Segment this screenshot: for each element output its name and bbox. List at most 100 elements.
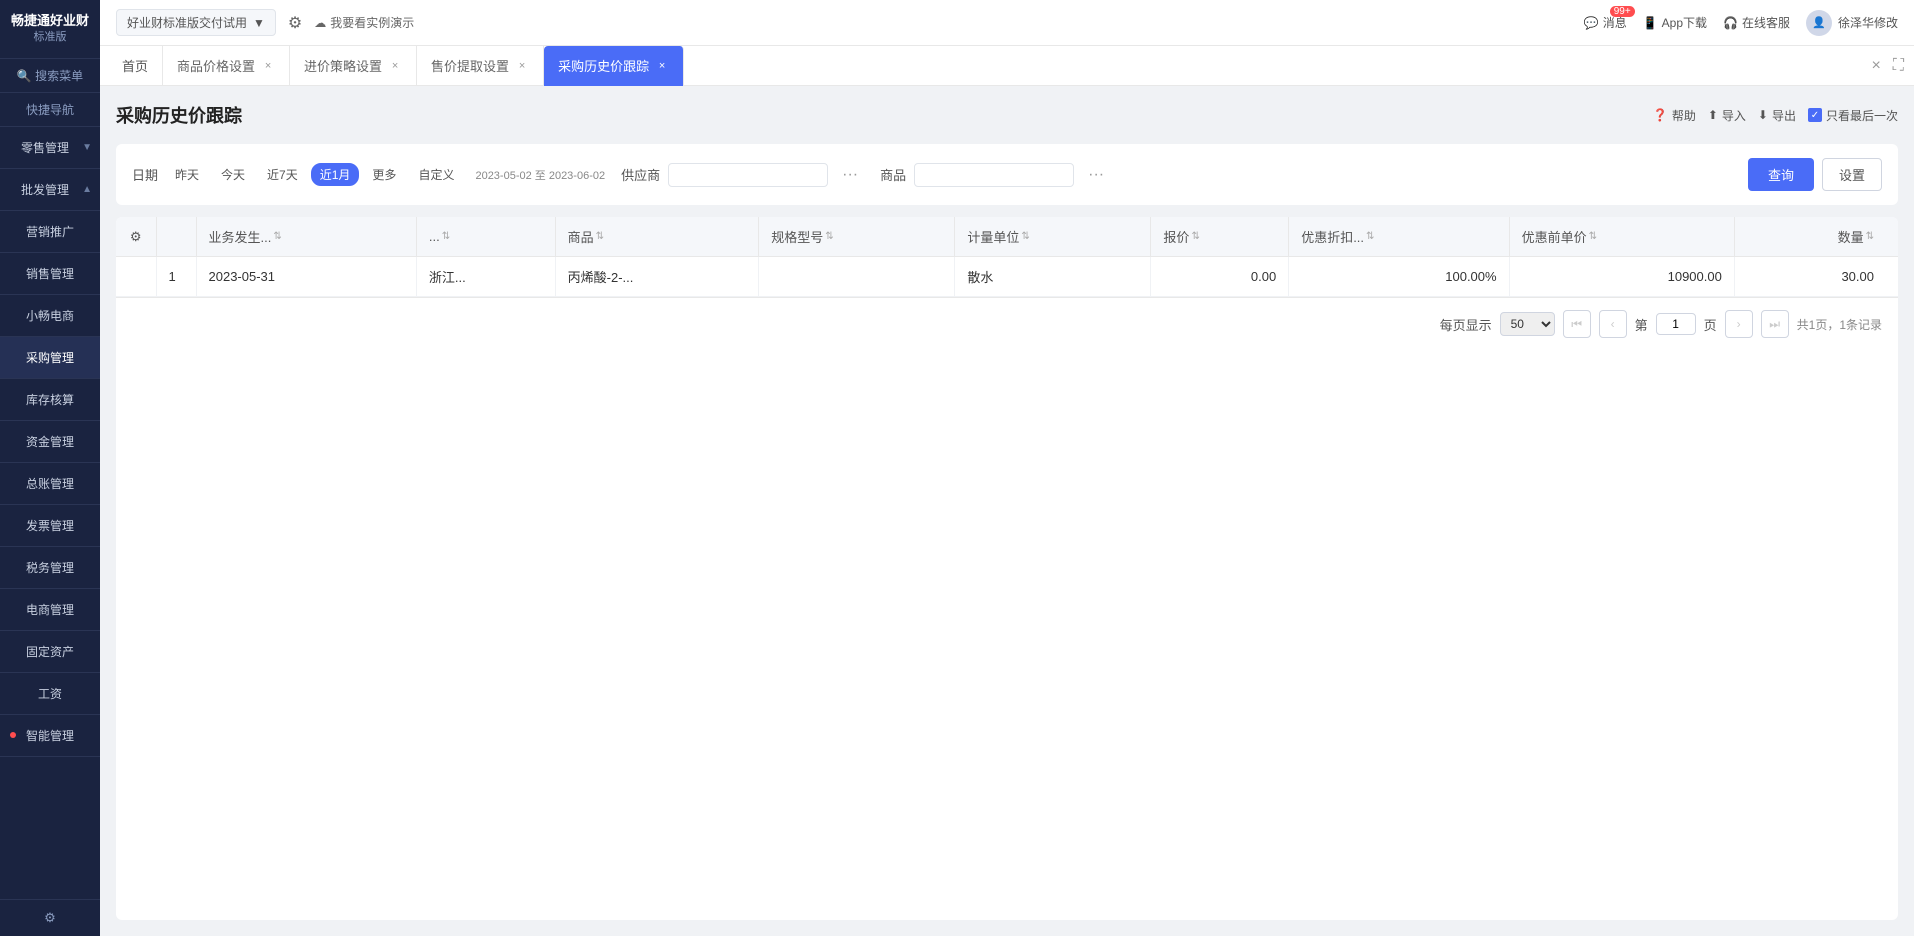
column-settings-icon[interactable]: ⚙ xyxy=(130,229,142,244)
date-btn-last7days[interactable]: 近7天 xyxy=(258,163,307,186)
sidebar-item-finance[interactable]: 资金管理 xyxy=(0,421,100,463)
online-service-button[interactable]: 🎧 在线客服 xyxy=(1723,14,1790,31)
sidebar-item-marketing[interactable]: 营销推广 xyxy=(0,211,100,253)
td-pre-discount-price: 10900.00 xyxy=(1509,257,1734,297)
notifications-button[interactable]: 💬 消息 99+ xyxy=(1584,14,1627,31)
th-spec[interactable]: 规格型号 ⇅ xyxy=(759,217,955,257)
th-unit[interactable]: 计量单位 ⇅ xyxy=(955,217,1151,257)
tab-purchase-history-close[interactable]: × xyxy=(655,59,669,73)
app-logo-title: 畅捷通好业财 xyxy=(8,12,92,30)
sidebar-item-inventory[interactable]: 库存核算 xyxy=(0,379,100,421)
app-download-button[interactable]: 📱 App下载 xyxy=(1643,14,1707,31)
th-goods[interactable]: 商品 ⇅ xyxy=(555,217,759,257)
version-selector[interactable]: 好业财标准版交付试用 ▼ xyxy=(116,9,276,36)
prev-page-button[interactable]: ‹ xyxy=(1599,310,1627,338)
topbar-settings-icon[interactable]: ⚙ xyxy=(288,13,302,33)
th-discount-label: 优惠折扣... xyxy=(1301,227,1364,246)
th-date[interactable]: 业务发生... ⇅ xyxy=(196,217,416,257)
th-unit-label: 计量单位 xyxy=(967,227,1019,246)
page-header: 采购历史价跟踪 ❓ 帮助 ⬆ 导入 ⬇ 导出 只看最后一次 xyxy=(116,102,1898,128)
th-pre-discount-price[interactable]: 优惠前单价 ⇅ xyxy=(1509,217,1734,257)
tab-price-settings-close[interactable]: × xyxy=(261,59,275,73)
supplier-filter-label: 供应商 xyxy=(621,165,660,184)
sidebar-settings-button[interactable]: ⚙ xyxy=(0,899,100,936)
import-button[interactable]: ⬆ 导入 xyxy=(1708,107,1746,124)
per-page-label: 每页显示 xyxy=(1440,315,1492,334)
tab-sale-price-close[interactable]: × xyxy=(515,59,529,73)
date-btn-custom[interactable]: 自定义 xyxy=(409,163,463,186)
td-quoted-price: 0.00 xyxy=(1151,257,1289,297)
sidebar-item-ledger[interactable]: 总账管理 xyxy=(0,463,100,505)
date-btn-last1month[interactable]: 近1月 xyxy=(311,163,360,186)
help-button[interactable]: ❓ 帮助 xyxy=(1653,107,1696,124)
sort-icon-goods: ⇅ xyxy=(596,231,604,242)
sidebar-logo: 畅捷通好业财 标准版 xyxy=(0,0,100,59)
table-row: 1 2023-05-31 浙江... 丙烯酸-2-... 散水 0.00 100… xyxy=(116,257,1898,297)
page-number-input[interactable] xyxy=(1656,313,1696,335)
th-quantity[interactable]: 数量 ⇅ xyxy=(1734,217,1898,257)
supplier-input[interactable] xyxy=(668,163,828,187)
sidebar-item-sales[interactable]: 销售管理 xyxy=(0,253,100,295)
goods-input[interactable] xyxy=(914,163,1074,187)
demo-text: 我要看实例演示 xyxy=(330,14,414,31)
sidebar-item-salary-label: 工资 xyxy=(8,685,92,702)
sidebar-item-assets[interactable]: 固定资产 xyxy=(0,631,100,673)
sidebar-item-tax[interactable]: 税务管理 xyxy=(0,547,100,589)
home-label: 首页 xyxy=(122,56,148,75)
date-btn-yesterday[interactable]: 昨天 xyxy=(166,163,208,186)
sidebar-item-salary[interactable]: 工资 xyxy=(0,673,100,715)
sidebar-item-sales-label: 销售管理 xyxy=(8,265,92,282)
th-quantity-label: 数量 xyxy=(1838,227,1864,246)
sidebar-item-ecommerce-small[interactable]: 小畅电商 xyxy=(0,295,100,337)
export-button[interactable]: ⬇ 导出 xyxy=(1758,107,1796,124)
th-goods-label: 商品 xyxy=(568,227,594,246)
topbar-right: 💬 消息 99+ 📱 App下载 🎧 在线客服 👤 徐泽华修改 xyxy=(1584,10,1898,36)
chevron-down-icon: ▼ xyxy=(253,16,265,30)
sidebar-search[interactable]: 🔍 搜索菜单 xyxy=(0,59,100,93)
tab-home[interactable]: 首页 xyxy=(108,46,163,86)
user-profile[interactable]: 👤 徐泽华修改 xyxy=(1806,10,1898,36)
td-row-settings xyxy=(116,257,156,297)
th-quoted-price[interactable]: 报价 ⇅ xyxy=(1151,217,1289,257)
tab-minimize-button[interactable]: × xyxy=(1869,55,1882,77)
message-icon: 💬 xyxy=(1584,16,1599,30)
tab-purchase-strategy-label: 进价策略设置 xyxy=(304,56,382,75)
date-btn-today[interactable]: 今天 xyxy=(212,163,254,186)
th-more1[interactable]: ... ⇅ xyxy=(416,217,555,257)
sort-icon-quantity: ⇅ xyxy=(1866,231,1874,242)
demo-link[interactable]: ☁ 我要看实例演示 xyxy=(314,14,414,31)
sidebar-item-smart[interactable]: 智能管理 xyxy=(0,715,100,757)
sidebar-item-retail[interactable]: 零售管理 ▼ xyxy=(0,127,100,169)
th-discount[interactable]: 优惠折扣... ⇅ xyxy=(1289,217,1509,257)
sidebar-quicknav[interactable]: 快捷导航 xyxy=(0,93,100,127)
first-page-button[interactable]: ⏮ xyxy=(1563,310,1591,338)
sort-icon-spec: ⇅ xyxy=(825,231,833,242)
goods-more-btn[interactable]: ··· xyxy=(1082,164,1110,186)
query-button[interactable]: 查询 xyxy=(1748,158,1814,191)
sidebar-item-purchase[interactable]: 采购管理 xyxy=(0,337,100,379)
tab-purchase-strategy-close[interactable]: × xyxy=(388,59,402,73)
tab-purchase-history[interactable]: 采购历史价跟踪 × xyxy=(544,46,684,86)
sidebar-item-ecommerce[interactable]: 电商管理 xyxy=(0,589,100,631)
checkbox-icon xyxy=(1808,108,1822,122)
sidebar-item-invoice[interactable]: 发票管理 xyxy=(0,505,100,547)
only-last-label: 只看最后一次 xyxy=(1826,107,1898,124)
date-btn-more[interactable]: 更多 xyxy=(363,163,405,186)
tab-purchase-strategy[interactable]: 进价策略设置 × xyxy=(290,46,417,86)
tab-price-settings[interactable]: 商品价格设置 × xyxy=(163,46,290,86)
supplier-more-btn[interactable]: ··· xyxy=(836,164,864,186)
settings-filter-button[interactable]: 设置 xyxy=(1822,158,1882,191)
last-page-button[interactable]: ⏭ xyxy=(1761,310,1789,338)
sidebar-item-purchase-label: 采购管理 xyxy=(8,349,92,366)
th-settings[interactable]: ⚙ xyxy=(116,217,156,257)
pagination: 每页显示 50 10 20 100 ⏮ ‹ 第 页 › ⏭ 共1页，1条记录 xyxy=(116,297,1898,350)
tabbar-right: × ⛶ xyxy=(1869,55,1906,77)
per-page-select[interactable]: 50 10 20 100 xyxy=(1500,312,1555,336)
sidebar-item-wholesale[interactable]: 批发管理 ▲ xyxy=(0,169,100,211)
tab-expand-button[interactable]: ⛶ xyxy=(1891,55,1906,77)
next-page-button[interactable]: › xyxy=(1725,310,1753,338)
tab-sale-price[interactable]: 售价提取设置 × xyxy=(417,46,544,86)
headset-icon: 🎧 xyxy=(1723,16,1738,30)
only-last-checkbox[interactable]: 只看最后一次 xyxy=(1808,107,1898,124)
sidebar-item-assets-label: 固定资产 xyxy=(8,643,92,660)
